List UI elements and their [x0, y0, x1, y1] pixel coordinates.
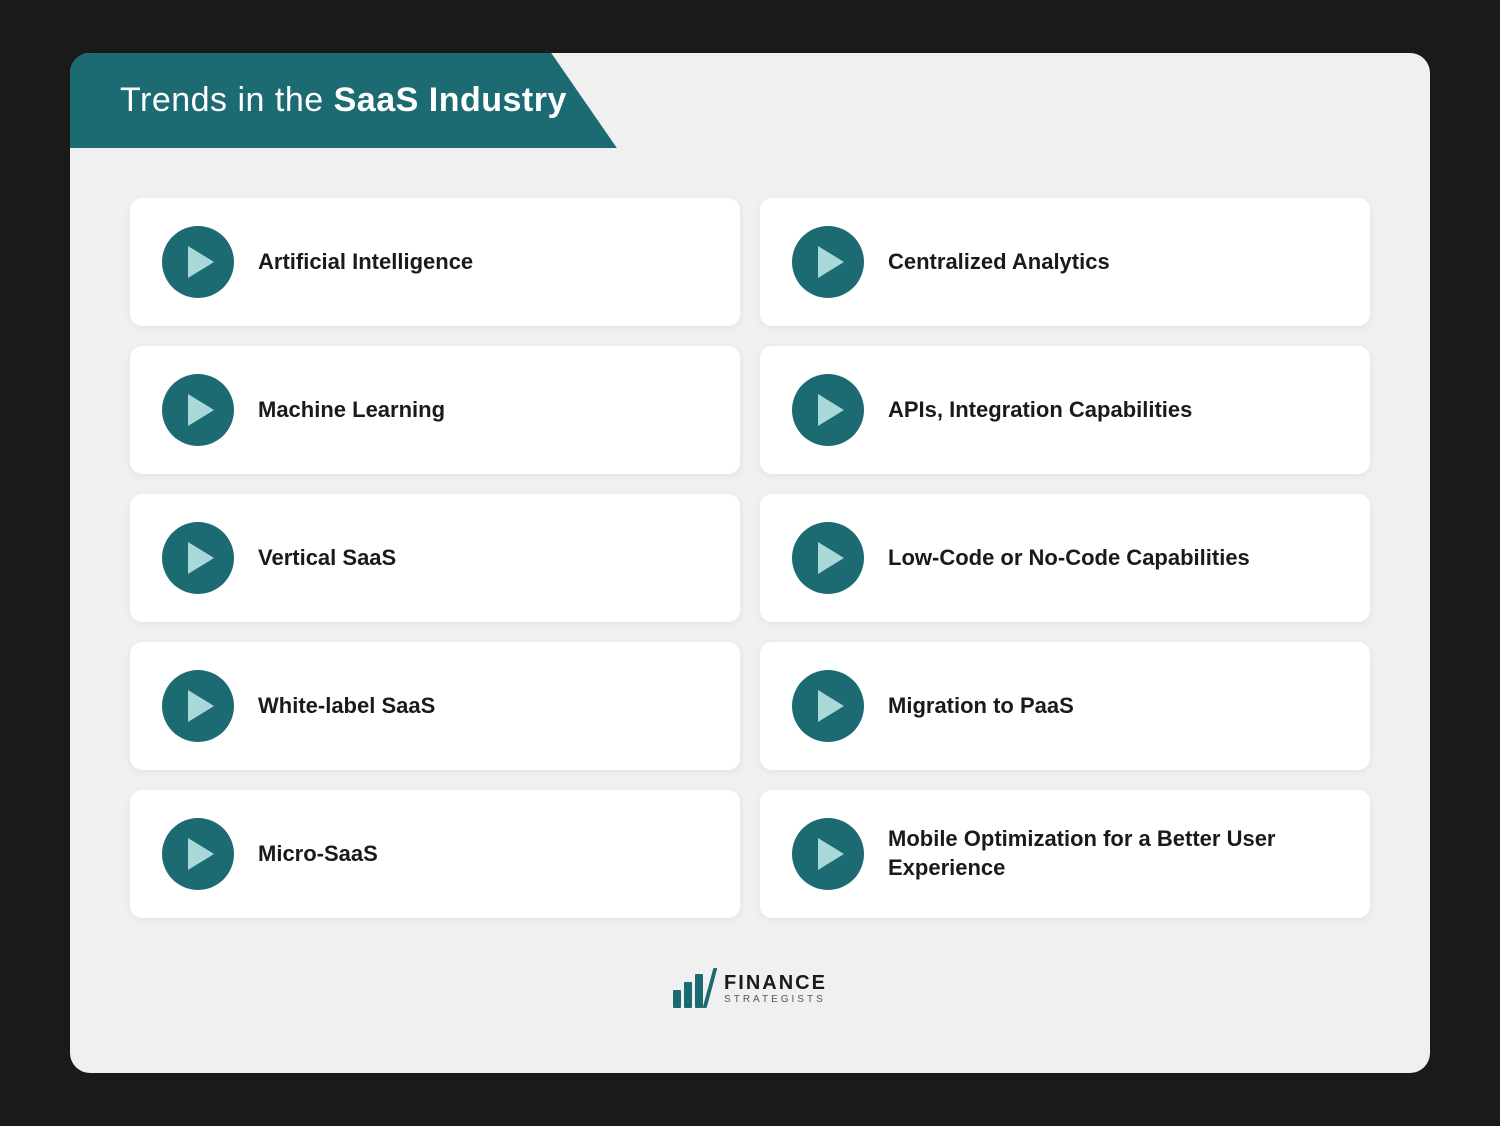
play-icon-centralized-analytics: [818, 246, 844, 278]
icon-circle-vertical-saas: [162, 522, 234, 594]
play-icon-apis-integration: [818, 394, 844, 426]
item-card-micro-saas: Micro-SaaS: [130, 790, 740, 918]
logo-sub-text: STRATEGISTS: [724, 994, 827, 1005]
item-label-centralized-analytics: Centralized Analytics: [888, 248, 1110, 277]
item-card-white-label-saas: White-label SaaS: [130, 642, 740, 770]
bar-3: [695, 974, 703, 1008]
item-card-apis-integration: APIs, Integration Capabilities: [760, 346, 1370, 474]
play-icon-artificial-intelligence: [188, 246, 214, 278]
play-icon-vertical-saas: [188, 542, 214, 574]
bar-1: [673, 990, 681, 1008]
item-card-centralized-analytics: Centralized Analytics: [760, 198, 1370, 326]
icon-circle-migration-to-paas: [792, 670, 864, 742]
item-card-artificial-intelligence: Artificial Intelligence: [130, 198, 740, 326]
item-label-artificial-intelligence: Artificial Intelligence: [258, 248, 473, 277]
play-icon-migration-to-paas: [818, 690, 844, 722]
item-label-white-label-saas: White-label SaaS: [258, 692, 435, 721]
item-card-machine-learning: Machine Learning: [130, 346, 740, 474]
play-icon-mobile-optimization: [818, 838, 844, 870]
icon-circle-apis-integration: [792, 374, 864, 446]
item-label-mobile-optimization: Mobile Optimization for a Better User Ex…: [888, 825, 1338, 882]
icon-circle-centralized-analytics: [792, 226, 864, 298]
play-icon-machine-learning: [188, 394, 214, 426]
play-icon-micro-saas: [188, 838, 214, 870]
main-card: Trends in the SaaS Industry Artificial I…: [70, 53, 1430, 1073]
logo-text: FINANCE STRATEGISTS: [724, 972, 827, 1005]
icon-circle-machine-learning: [162, 374, 234, 446]
logo-main-text: FINANCE: [724, 972, 827, 994]
icon-circle-artificial-intelligence: [162, 226, 234, 298]
item-label-low-code-no-code: Low-Code or No-Code Capabilities: [888, 544, 1250, 573]
play-icon-low-code-no-code: [818, 542, 844, 574]
item-card-low-code-no-code: Low-Code or No-Code Capabilities: [760, 494, 1370, 622]
icon-circle-mobile-optimization: [792, 818, 864, 890]
item-card-migration-to-paas: Migration to PaaS: [760, 642, 1370, 770]
play-icon-white-label-saas: [188, 690, 214, 722]
logo-slash: [703, 968, 718, 1008]
item-label-apis-integration: APIs, Integration Capabilities: [888, 396, 1192, 425]
item-card-mobile-optimization: Mobile Optimization for a Better User Ex…: [760, 790, 1370, 918]
item-label-migration-to-paas: Migration to PaaS: [888, 692, 1074, 721]
title-prefix: Trends in the: [120, 81, 334, 119]
icon-circle-low-code-no-code: [792, 522, 864, 594]
trends-grid: Artificial Intelligence Centralized Anal…: [70, 198, 1430, 918]
item-label-micro-saas: Micro-SaaS: [258, 840, 378, 869]
logo-icon: [673, 968, 712, 1008]
footer: FINANCE STRATEGISTS: [70, 968, 1430, 1008]
icon-circle-micro-saas: [162, 818, 234, 890]
item-label-vertical-saas: Vertical SaaS: [258, 544, 396, 573]
title-bold: SaaS Industry: [334, 81, 567, 119]
item-label-machine-learning: Machine Learning: [258, 396, 445, 425]
icon-circle-white-label-saas: [162, 670, 234, 742]
page-title: Trends in the SaaS Industry: [120, 81, 567, 120]
header-banner: Trends in the SaaS Industry: [70, 53, 617, 148]
bar-2: [684, 982, 692, 1008]
item-card-vertical-saas: Vertical SaaS: [130, 494, 740, 622]
